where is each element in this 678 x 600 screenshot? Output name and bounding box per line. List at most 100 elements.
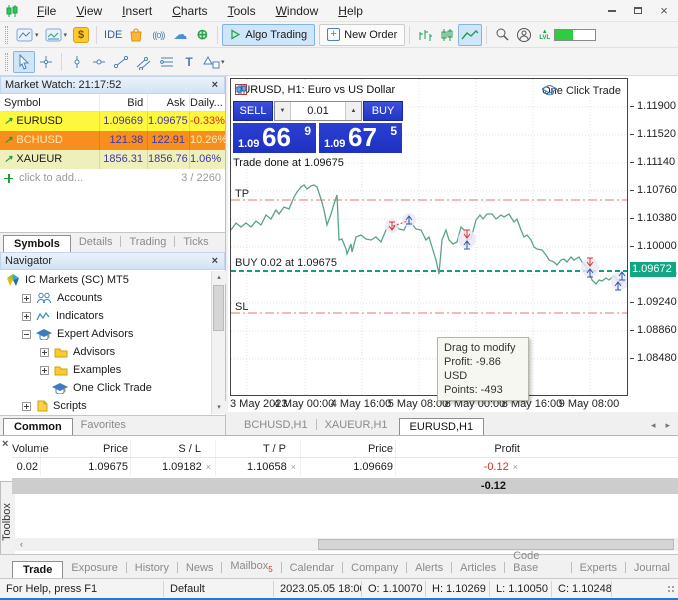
resize-grip[interactable] — [666, 583, 676, 594]
chart-tab-eurusd[interactable]: EURUSD,H1 — [398, 418, 485, 436]
level-indicator[interactable]: ▲ LVL — [539, 29, 550, 41]
column-volume[interactable]: Volume — [12, 440, 49, 457]
tab-next-icon[interactable]: ▸ — [665, 420, 670, 431]
trendline-tool-button[interactable] — [110, 51, 132, 73]
toolbox-scrollbar[interactable]: ‹ — [14, 538, 678, 551]
tab-history[interactable]: History — [127, 560, 177, 578]
tab-code-base[interactable]: Code Base — [505, 548, 571, 578]
chart-plot-area[interactable]: EURUSD, H1: Euro vs US Dollar One Click … — [230, 78, 628, 401]
signals-button[interactable]: ((o)) — [147, 24, 169, 46]
time-axis[interactable]: 3 May 2023 4 May 00:00 4 May 16:00 5 May… — [230, 398, 628, 412]
symbol-row-xaueur[interactable]: ↗ XAUEUR 1856.31 1856.76 1.06% — [0, 150, 225, 169]
tab-mailbox[interactable]: Mailbox5 — [222, 558, 280, 578]
account-button[interactable] — [513, 24, 535, 46]
vps-button[interactable]: ⊕ — [191, 24, 213, 46]
tree-item-examples[interactable]: Examples — [0, 361, 211, 379]
buy-button[interactable]: BUY — [363, 101, 403, 121]
toolbar-grip[interactable] — [5, 52, 8, 71]
navigator-scrollbar[interactable]: ▴ ▾ — [211, 271, 226, 414]
remove-sl-icon[interactable]: × — [202, 462, 213, 472]
column-price[interactable]: Price — [300, 440, 395, 457]
tree-item-broker[interactable]: IC Markets (SC) MT5 — [0, 271, 211, 289]
finance-button[interactable]: $ — [70, 24, 92, 46]
cloud-button[interactable]: ☁ — [169, 24, 191, 46]
tab-trading[interactable]: Trading — [121, 234, 174, 252]
tab-ticks[interactable]: Ticks — [175, 234, 216, 252]
expand-icon[interactable] — [22, 293, 31, 303]
scroll-up-icon[interactable]: ▴ — [212, 271, 226, 284]
tree-item-advisors[interactable]: Advisors — [0, 343, 211, 361]
menu-tools[interactable]: Tools — [218, 2, 266, 20]
chart-tab-xaueur[interactable]: XAUEUR,H1 — [317, 417, 396, 435]
column-bid[interactable]: Bid — [99, 94, 147, 111]
volume-value[interactable]: 0.01 — [291, 102, 345, 120]
metaeditor-button[interactable]: IDE — [101, 24, 125, 46]
close-icon[interactable]: × — [2, 438, 8, 450]
scrollbar-thumb[interactable] — [318, 539, 674, 550]
scroll-down-icon[interactable]: ▾ — [212, 401, 226, 414]
tab-trade[interactable]: Trade — [12, 561, 64, 579]
tab-symbols[interactable]: Symbols — [3, 235, 71, 253]
tab-common[interactable]: Common — [3, 418, 73, 436]
tab-exposure[interactable]: Exposure — [63, 560, 125, 578]
tab-prev-icon[interactable]: ◂ — [651, 420, 656, 431]
tab-news[interactable]: News — [178, 560, 222, 578]
menu-charts[interactable]: Charts — [162, 2, 217, 20]
column-tp[interactable]: T / P — [215, 440, 300, 457]
chart-tab-bchusd[interactable]: BCHUSD,H1 — [236, 417, 316, 435]
buy-price-box[interactable]: 1.09 67 5 — [319, 122, 402, 153]
tab-articles[interactable]: Articles — [452, 560, 504, 578]
crosshair-tool-button[interactable] — [35, 51, 57, 73]
column-open-price[interactable]: Price — [40, 440, 130, 457]
fibonacci-tool-button[interactable] — [155, 51, 178, 73]
candlestick-chart-button[interactable] — [436, 24, 458, 46]
tree-item-accounts[interactable]: Accounts — [0, 289, 211, 307]
search-button[interactable] — [491, 24, 513, 46]
restore-icon[interactable] — [630, 4, 646, 18]
menu-help[interactable]: Help — [328, 2, 373, 20]
remove-tp-icon[interactable]: × — [287, 462, 298, 472]
tab-alerts[interactable]: Alerts — [407, 560, 451, 578]
collapse-icon[interactable] — [22, 329, 31, 339]
market-button[interactable] — [125, 24, 147, 46]
expand-icon[interactable] — [22, 401, 31, 411]
tree-item-indicators[interactable]: Indicators — [0, 307, 211, 325]
one-click-trade-label[interactable]: One Click Trade — [542, 85, 621, 97]
volume-up-icon[interactable]: ▲ — [345, 102, 361, 120]
tab-company[interactable]: Company — [343, 560, 406, 578]
tab-details[interactable]: Details — [71, 234, 121, 252]
close-icon[interactable]: × — [210, 79, 220, 91]
scroll-left-icon[interactable]: ‹ — [14, 538, 29, 551]
close-position-icon[interactable]: × — [509, 462, 520, 472]
column-daily[interactable]: Daily... — [189, 94, 225, 111]
algo-trading-button[interactable]: Algo Trading — [222, 23, 316, 46]
cursor-tool-button[interactable] — [13, 50, 35, 73]
menu-view[interactable]: View — [66, 2, 112, 20]
expand-icon[interactable] — [40, 365, 49, 375]
tab-experts[interactable]: Experts — [572, 560, 625, 578]
horizontal-line-tool-button[interactable] — [88, 51, 110, 73]
text-tool-button[interactable]: T — [178, 51, 200, 73]
volume-down-icon[interactable]: ▼ — [275, 102, 291, 120]
column-symbol[interactable]: Symbol — [0, 94, 99, 111]
tab-calendar[interactable]: Calendar — [282, 560, 343, 578]
menu-window[interactable]: Window — [266, 2, 329, 20]
close-icon[interactable]: × — [210, 255, 220, 267]
add-symbol-row[interactable]: click to add... 3 / 2260 — [0, 169, 225, 187]
sell-button[interactable]: SELL — [233, 101, 273, 121]
price-axis[interactable]: 1.11900 1.11520 1.11140 1.10760 1.10380 … — [630, 78, 677, 396]
chart-profiles-button[interactable]: ▾ — [42, 24, 71, 46]
bar-chart-button[interactable] — [414, 24, 436, 46]
new-order-button[interactable]: + New Order — [319, 23, 406, 46]
column-sl[interactable]: S / L — [130, 440, 215, 457]
tree-item-scripts[interactable]: Scripts — [0, 397, 211, 414]
toolbar-grip[interactable] — [5, 25, 8, 44]
menu-insert[interactable]: Insert — [112, 2, 162, 20]
column-ask[interactable]: Ask — [147, 94, 189, 111]
expand-icon[interactable] — [22, 311, 31, 321]
sell-price-box[interactable]: 1.09 66 9 — [233, 122, 316, 153]
tree-item-expert-advisors[interactable]: Expert Advisors — [0, 325, 211, 343]
symbol-row-eurusd[interactable]: ↗ EURUSD 1.09669 1.09675 -0.33% — [0, 112, 225, 131]
expand-icon[interactable] — [40, 347, 49, 357]
minimize-icon[interactable] — [604, 4, 620, 18]
